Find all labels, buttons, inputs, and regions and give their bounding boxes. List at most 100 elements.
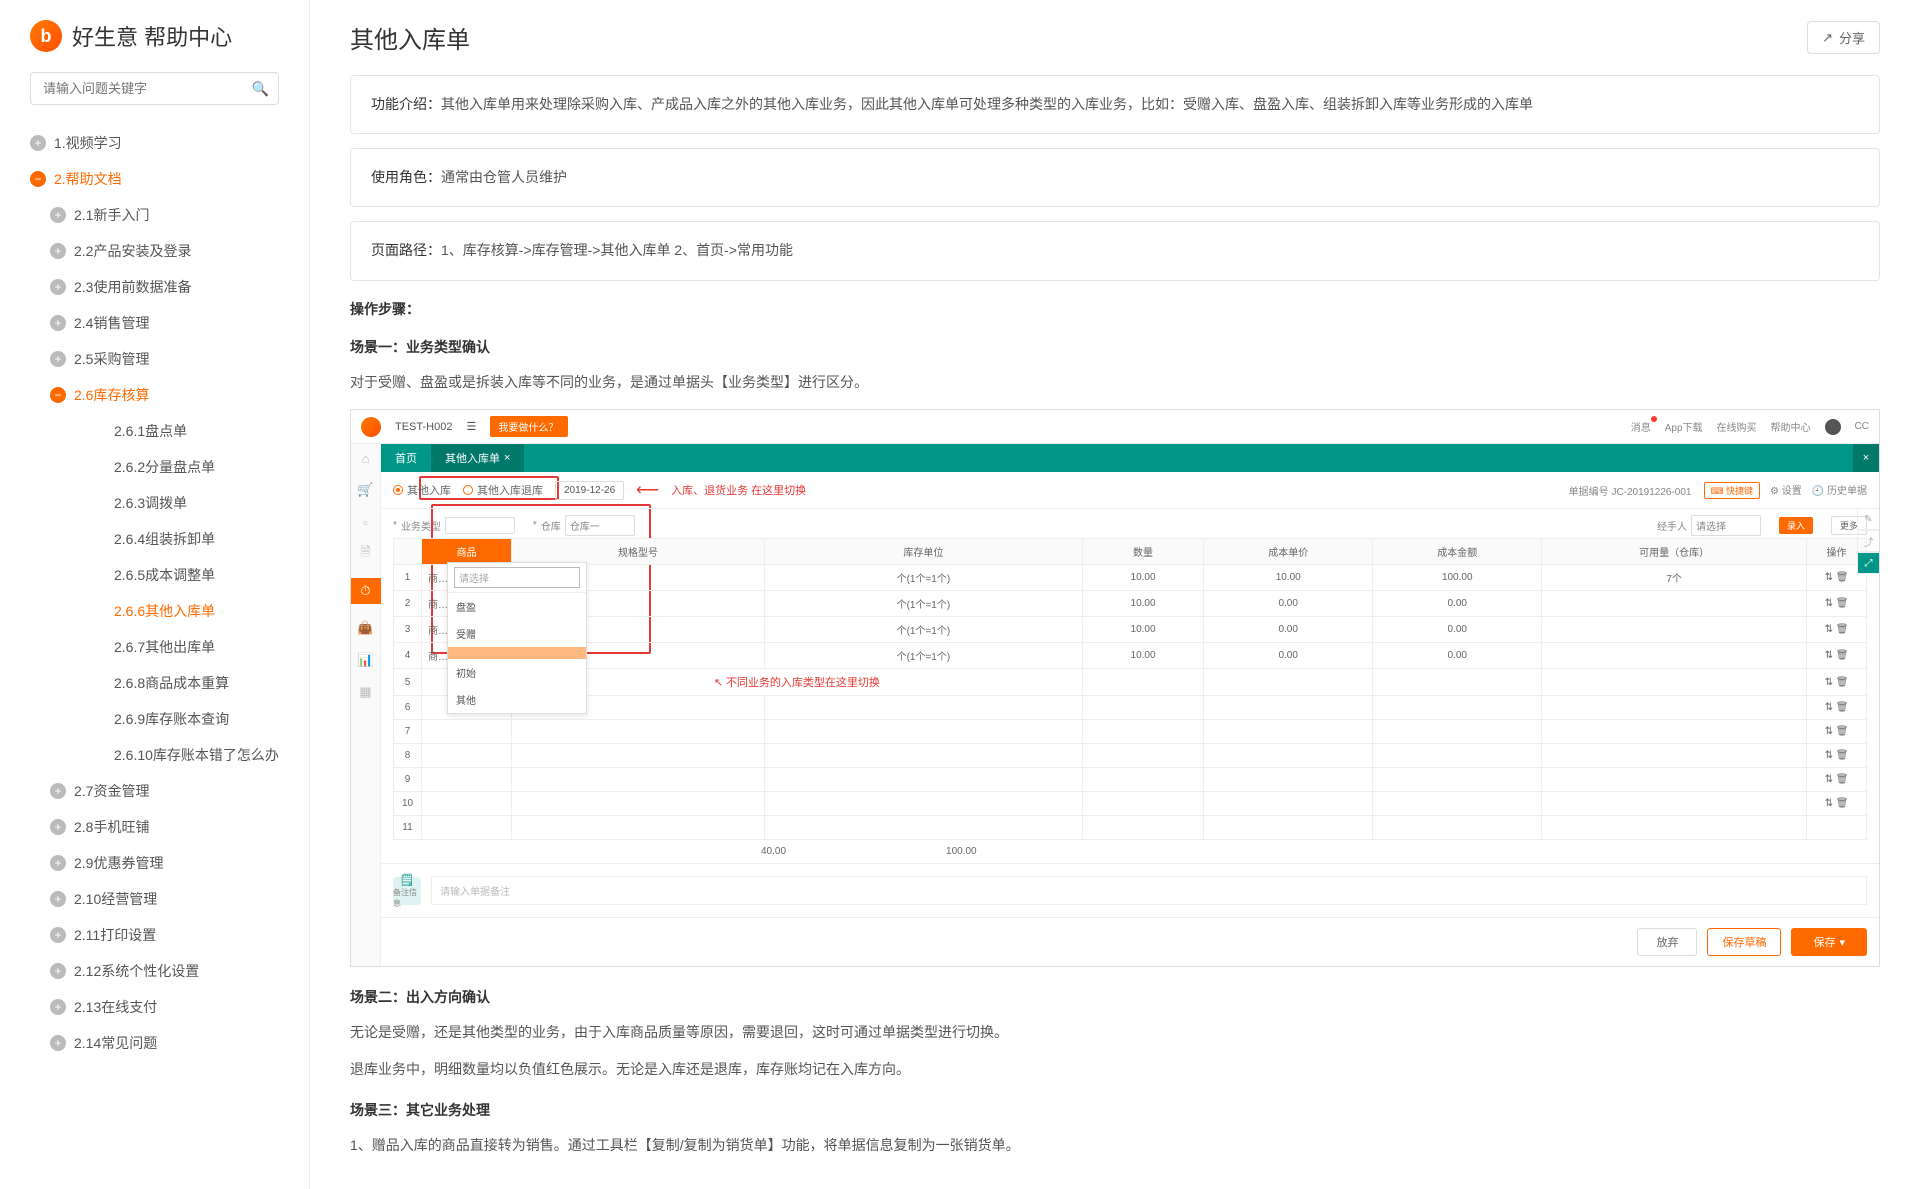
app-logo-icon (361, 417, 381, 437)
nav-2-6-5[interactable]: 2.6.5成本调整单 (90, 557, 279, 593)
search-icon[interactable]: 🔍 (252, 80, 269, 97)
path-box: 页面路径：1、库存核算->库存管理->其他入库单 2、首页->常用功能 (350, 221, 1880, 280)
user-name: CC (1855, 421, 1869, 432)
nav-2-6-7[interactable]: 2.6.7其他出库单 (90, 629, 279, 665)
nav-2-6-4[interactable]: 2.6.4组装拆卸单 (90, 521, 279, 557)
msg-link: 消息 (1631, 419, 1651, 434)
dd-item: 受赠 (448, 620, 586, 647)
note-input: 请输入单据备注 (431, 876, 1867, 905)
nav-2-14[interactable]: +2.14常见问题 (50, 1025, 279, 1061)
nav-help-docs[interactable]: −2.帮助文档 (30, 161, 279, 197)
grid-icon: ▦ (358, 684, 374, 700)
filter-biztype: * 业务类型 (393, 517, 515, 534)
table-row: 10⇅ 🗑 (394, 792, 1867, 816)
steps-label: 操作步骤： (350, 299, 1880, 319)
scene2-title: 场景二：出入方向确认 (350, 987, 1880, 1007)
dd-item (448, 647, 586, 659)
radio-other-return: 其他入库退库 (463, 482, 543, 498)
search-input[interactable] (30, 72, 279, 105)
share-button[interactable]: ↗ 分享 (1807, 21, 1880, 54)
table-row: 5↖ 不同业务的入库类型在这里切换⇅ 🗑 (394, 669, 1867, 696)
note-row: 🗒备注信息 请输入单据备注 (381, 863, 1879, 917)
filter-handler: 经手人 请选择 (1657, 515, 1761, 536)
detail-grid: 商品 规格型号 库存单位 数量 成本单价 成本金额 可用量（仓库） 操作 1商…… (393, 538, 1867, 840)
app-content: 首页 其他入库单 × × 其他入库 其他入库退库 2019-12-26 ⟵ 入库… (381, 444, 1879, 966)
discard-btn: 放弃 (1637, 928, 1697, 956)
main-content: 其他入库单 ↗ 分享 功能介绍：其他入库单用来处理除采购入库、产成品入库之外的其… (310, 0, 1920, 1189)
app-topbar: TEST-H002 ☰ 我要做什么？ 消息 App下载 在线购买 帮助中心 CC (351, 410, 1879, 444)
rail-icon: ✎ (1857, 508, 1879, 530)
home-icon: ⌂ (358, 450, 374, 466)
nav-2-6-1[interactable]: 2.6.1盘点单 (90, 413, 279, 449)
nav-2-3[interactable]: +2.3使用前数据准备 (50, 269, 279, 305)
scene2-text1: 无论是受赠，还是其他类型的业务，由于入库商品质量等原因，需要退回，这时可通过单据… (350, 1019, 1880, 1046)
brand-logo-icon: b (30, 20, 62, 52)
rail-icon: ⤴ (1857, 530, 1879, 552)
settings-link: ⚙ 设置 (1770, 482, 1802, 499)
nav-2-1[interactable]: +2.1新手入门 (50, 197, 279, 233)
nav-2-6-9[interactable]: 2.6.9库存账本查询 (90, 701, 279, 737)
note-icon: 🗒备注信息 (393, 877, 421, 905)
nav-2-10[interactable]: +2.10经营管理 (50, 881, 279, 917)
nav-2-11[interactable]: +2.11打印设置 (50, 917, 279, 953)
avatar-icon (1825, 419, 1841, 435)
doc-icon: 🗎 (358, 546, 374, 562)
app-org: TEST-H002 (395, 421, 452, 433)
path-label: 页面路径： (371, 242, 441, 258)
shortcut-btn: ⌨ 快捷键 (1704, 482, 1761, 499)
stock-icon: ⏱ (351, 578, 381, 604)
scene1-title: 场景一：业务类型确认 (350, 337, 1880, 357)
tab-home: 首页 (381, 444, 431, 472)
table-row: 7⇅ 🗑 (394, 720, 1867, 744)
annotation-text-2: 不同业务的入库类型在这里切换 (726, 677, 880, 689)
dd-item: 盘盈 (448, 593, 586, 620)
app-tabbar: 首页 其他入库单 × × (381, 444, 1879, 472)
nav-2-13[interactable]: +2.13在线支付 (50, 989, 279, 1025)
nav-2-6[interactable]: −2.6库存核算 (50, 377, 279, 413)
nav-2-4[interactable]: +2.4销售管理 (50, 305, 279, 341)
grid-wrap: 请选择 盘盈 受赠 初始 其他 商品 规格型号 (381, 538, 1879, 840)
nav-2-6-6[interactable]: 2.6.6其他入库单 (90, 593, 279, 629)
nav-2-6-8[interactable]: 2.6.8商品成本重算 (90, 665, 279, 701)
buy-link: 在线购买 (1717, 419, 1757, 434)
role-label: 使用角色： (371, 169, 441, 185)
sum-amount: 100.00 (946, 846, 977, 857)
menu-icon: ☰ (466, 420, 476, 433)
box-icon: ▫ (358, 514, 374, 530)
brand-title: 好生意 帮助中心 (72, 20, 232, 52)
nav-tree: +1.视频学习 −2.帮助文档 +2.1新手入门 +2.2产品安装及登录 +2.… (30, 125, 279, 1061)
scene2-text2: 退库业务中，明细数量均以负值红色展示。无论是入库还是退库，库存账均记在入库方向。 (350, 1056, 1880, 1083)
nav-2-7[interactable]: +2.7资金管理 (50, 773, 279, 809)
nav-2-5[interactable]: +2.5采购管理 (50, 341, 279, 377)
role-box: 使用角色：通常由仓管人员维护 (350, 148, 1880, 207)
nav-2-9[interactable]: +2.9优惠券管理 (50, 845, 279, 881)
table-row: 6⇅ 🗑 (394, 696, 1867, 720)
radio-other-in: 其他入库 (393, 482, 451, 498)
annotation-text-1: 入库、退货业务 在这里切换 (671, 482, 806, 498)
bag-icon: 👜 (358, 620, 374, 636)
nav-2-2[interactable]: +2.2产品安装及登录 (50, 233, 279, 269)
table-row: 3商…个(1个=1个)10.000.000.00⇅ 🗑 (394, 617, 1867, 643)
path-text: 1、库存核算->库存管理->其他入库单 2、首页->常用功能 (441, 242, 793, 258)
nav-2-8[interactable]: +2.8手机旺铺 (50, 809, 279, 845)
nav-videos[interactable]: +1.视频学习 (30, 125, 279, 161)
scene1-text: 对于受赠、盘盈或是拆装入库等不同的业务，是通过单据头【业务类型】进行区分。 (350, 369, 1880, 396)
table-row: 9⇅ 🗑 (394, 768, 1867, 792)
nav-2-6-10[interactable]: 2.6.10库存账本错了怎么办 (90, 737, 279, 773)
rail-icon: ⤢ (1857, 552, 1879, 574)
nav-2-12[interactable]: +2.12系统个性化设置 (50, 953, 279, 989)
caret-down-icon: ▾ (1839, 936, 1845, 949)
cart-icon: 🛒 (358, 482, 374, 498)
table-row: 1商…个(1个=1个)10.0010.00100.007个⇅ 🗑 (394, 565, 1867, 591)
brand-header: b 好生意 帮助中心 (30, 20, 279, 52)
record-btn: 录入 (1779, 517, 1813, 534)
app-search-btn: 我要做什么？ (490, 416, 568, 437)
help-link: 帮助中心 (1771, 419, 1811, 434)
sum-qty: 40.00 (761, 846, 786, 857)
history-link: 🕘 历史单据 (1812, 482, 1867, 499)
totals-row: 40.00 100.00 (381, 840, 1879, 863)
nav-2-6-3[interactable]: 2.6.3调拨单 (90, 485, 279, 521)
nav-2-6-2[interactable]: 2.6.2分量盘点单 (90, 449, 279, 485)
app-top-right: 消息 App下载 在线购买 帮助中心 CC (1631, 419, 1869, 435)
table-row: 8⇅ 🗑 (394, 744, 1867, 768)
